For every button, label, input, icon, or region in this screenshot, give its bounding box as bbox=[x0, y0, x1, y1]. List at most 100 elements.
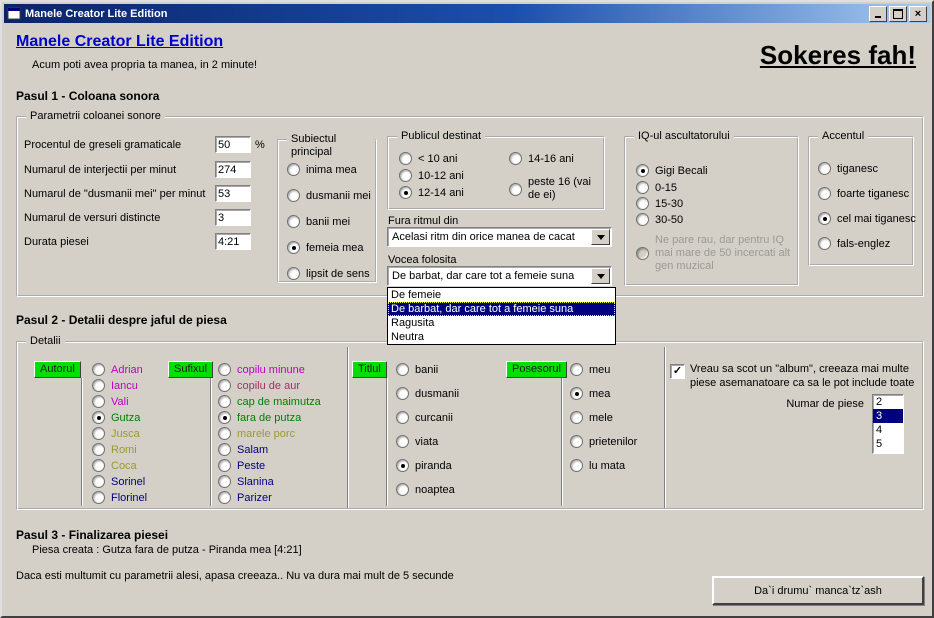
radio-icon bbox=[636, 181, 649, 194]
radio-icon bbox=[399, 152, 412, 165]
radio-subject-femeia[interactable]: femeia mea bbox=[287, 241, 363, 254]
close-button[interactable]: × bbox=[909, 6, 927, 22]
radio-subject-lipsit[interactable]: lipsit de sens bbox=[287, 267, 370, 280]
radio-suffix-peste[interactable]: Peste bbox=[218, 459, 265, 472]
radio-label: banii bbox=[415, 364, 438, 376]
voice-option-barbat[interactable]: De barbat, dar care tot a femeie suna bbox=[388, 302, 615, 316]
radio-author-adrian[interactable]: Adrian bbox=[92, 363, 143, 376]
voice-option-ragusita[interactable]: Ragusita bbox=[388, 316, 615, 330]
radio-accent-celmai[interactable]: cel mai tiganesc bbox=[818, 212, 916, 225]
radio-audience-under10[interactable]: < 10 ani bbox=[399, 152, 457, 165]
radio-label: Iancu bbox=[111, 380, 138, 392]
radio-accent-foarte[interactable]: foarte tiganesc bbox=[818, 187, 909, 200]
radio-owner-prietenilor[interactable]: prietenilor bbox=[570, 435, 637, 448]
owner-label: Posesorul bbox=[506, 361, 567, 378]
minimize-button[interactable] bbox=[869, 6, 887, 22]
param-input-interjectii[interactable] bbox=[215, 161, 251, 178]
slogan-text: Sokeres fah! bbox=[760, 40, 916, 71]
radio-label: Coca bbox=[111, 460, 137, 472]
radio-label: viata bbox=[415, 436, 438, 448]
radio-title-noaptea[interactable]: noaptea bbox=[396, 483, 455, 496]
radio-icon-selected bbox=[818, 212, 831, 225]
radio-accent-tiganesc[interactable]: tiganesc bbox=[818, 162, 878, 175]
radio-author-sorinel[interactable]: Sorinel bbox=[92, 475, 145, 488]
voice-combobox[interactable]: De barbat, dar care tot a femeie suna bbox=[387, 266, 612, 286]
radio-suffix-maimutza[interactable]: cap de maimutza bbox=[218, 395, 321, 408]
radio-author-vali[interactable]: Vali bbox=[92, 395, 129, 408]
radio-suffix-marele-porc[interactable]: marele porc bbox=[218, 427, 295, 440]
radio-suffix-salam[interactable]: Salam bbox=[218, 443, 268, 456]
param-input-greseli[interactable] bbox=[215, 136, 251, 153]
param-input-durata[interactable] bbox=[215, 233, 251, 250]
radio-label: dusmanii mei bbox=[306, 190, 371, 202]
track-count-option-2[interactable]: 2 bbox=[873, 395, 903, 409]
radio-icon bbox=[570, 459, 583, 472]
radio-subject-banii[interactable]: banii mei bbox=[287, 215, 350, 228]
track-count-option-5[interactable]: 5 bbox=[873, 437, 903, 451]
track-count-option-3[interactable]: 3 bbox=[873, 409, 903, 423]
param-input-dusmanii[interactable] bbox=[215, 185, 251, 202]
radio-subject-inima[interactable]: inima mea bbox=[287, 163, 357, 176]
track-count-option-4[interactable]: 4 bbox=[873, 423, 903, 437]
radio-author-gutza[interactable]: Gutza bbox=[92, 411, 140, 424]
radio-label: dusmanii bbox=[415, 388, 459, 400]
radio-iq-30-50[interactable]: 30-50 bbox=[636, 213, 683, 226]
album-checkbox-label[interactable]: Vreau sa scot un "album", creeaza mai mu… bbox=[690, 362, 934, 390]
maximize-button[interactable] bbox=[889, 6, 907, 22]
voice-option-neutra[interactable]: Neutra bbox=[388, 330, 615, 344]
radio-audience-peste16[interactable]: peste 16 (vai de ei) bbox=[509, 176, 592, 202]
radio-title-piranda[interactable]: piranda bbox=[396, 459, 452, 472]
radio-owner-mea[interactable]: mea bbox=[570, 387, 610, 400]
radio-iq-15-30[interactable]: 15-30 bbox=[636, 197, 683, 210]
radio-audience-14-16[interactable]: 14-16 ani bbox=[509, 152, 574, 165]
radio-label: Gigi Becali bbox=[655, 165, 708, 177]
radio-subject-dusmanii[interactable]: dusmanii mei bbox=[287, 189, 371, 202]
radio-icon bbox=[509, 183, 522, 196]
radio-audience-12-14[interactable]: 12-14 ani bbox=[399, 186, 464, 199]
radio-iq-gigi[interactable]: Gigi Becali bbox=[636, 164, 708, 177]
radio-suffix-slanina[interactable]: Slanina bbox=[218, 475, 274, 488]
radio-suffix-copilu-minune[interactable]: copilu minune bbox=[218, 363, 305, 376]
radio-icon bbox=[218, 395, 231, 408]
chevron-down-icon bbox=[597, 235, 605, 240]
radio-icon bbox=[92, 491, 105, 504]
track-count-listbox[interactable]: 2 3 4 5 bbox=[872, 394, 904, 454]
radio-label: Florinel bbox=[111, 492, 147, 504]
radio-label: femeia mea bbox=[306, 242, 363, 254]
radio-author-florinel[interactable]: Florinel bbox=[92, 491, 147, 504]
radio-icon-selected bbox=[218, 411, 231, 424]
radio-accent-falsenglez[interactable]: fals-englez bbox=[818, 237, 890, 250]
voice-dropdown-button[interactable] bbox=[591, 268, 610, 284]
radio-suffix-copilu-aur[interactable]: copilu de aur bbox=[218, 379, 300, 392]
voice-combobox-value: De barbat, dar care tot a femeie suna bbox=[392, 270, 574, 282]
radio-owner-mele[interactable]: mele bbox=[570, 411, 613, 424]
radio-author-romi[interactable]: Romi bbox=[92, 443, 137, 456]
radio-owner-lumata[interactable]: lu mata bbox=[570, 459, 625, 472]
radio-audience-10-12[interactable]: 10-12 ani bbox=[399, 169, 464, 182]
title-bar[interactable]: Manele Creator Lite Edition × bbox=[4, 4, 930, 23]
radio-suffix-parizer[interactable]: Parizer bbox=[218, 491, 272, 504]
radio-title-curcanii[interactable]: curcanii bbox=[396, 411, 453, 424]
radio-suffix-fara-putza[interactable]: fara de putza bbox=[218, 411, 301, 424]
radio-author-coca[interactable]: Coca bbox=[92, 459, 137, 472]
rhythm-dropdown-button[interactable] bbox=[591, 229, 610, 245]
radio-iq-0-15[interactable]: 0-15 bbox=[636, 181, 677, 194]
radio-label: meu bbox=[589, 364, 610, 376]
voice-option-femeie[interactable]: De femeie bbox=[388, 288, 615, 302]
radio-title-viata[interactable]: viata bbox=[396, 435, 438, 448]
param-input-versuri[interactable] bbox=[215, 209, 251, 226]
radio-icon bbox=[218, 459, 231, 472]
album-checkbox[interactable]: ✓ bbox=[670, 364, 685, 379]
app-title-link[interactable]: Manele Creator Lite Edition bbox=[16, 33, 223, 51]
radio-title-banii[interactable]: banii bbox=[396, 363, 438, 376]
radio-icon bbox=[396, 435, 409, 448]
create-button[interactable]: Da`i drumu` manca`tz`ash bbox=[712, 576, 924, 605]
rhythm-combobox-value: Acelasi ritm din orice manea de cacat bbox=[392, 231, 575, 243]
param-label-interjectii: Numarul de interjectii per minut bbox=[24, 164, 176, 176]
radio-owner-meu[interactable]: meu bbox=[570, 363, 610, 376]
radio-author-iancu[interactable]: Iancu bbox=[92, 379, 138, 392]
radio-icon bbox=[287, 189, 300, 202]
rhythm-combobox[interactable]: Acelasi ritm din orice manea de cacat bbox=[387, 227, 612, 247]
radio-author-jusca[interactable]: Jusca bbox=[92, 427, 140, 440]
radio-title-dusmanii[interactable]: dusmanii bbox=[396, 387, 459, 400]
